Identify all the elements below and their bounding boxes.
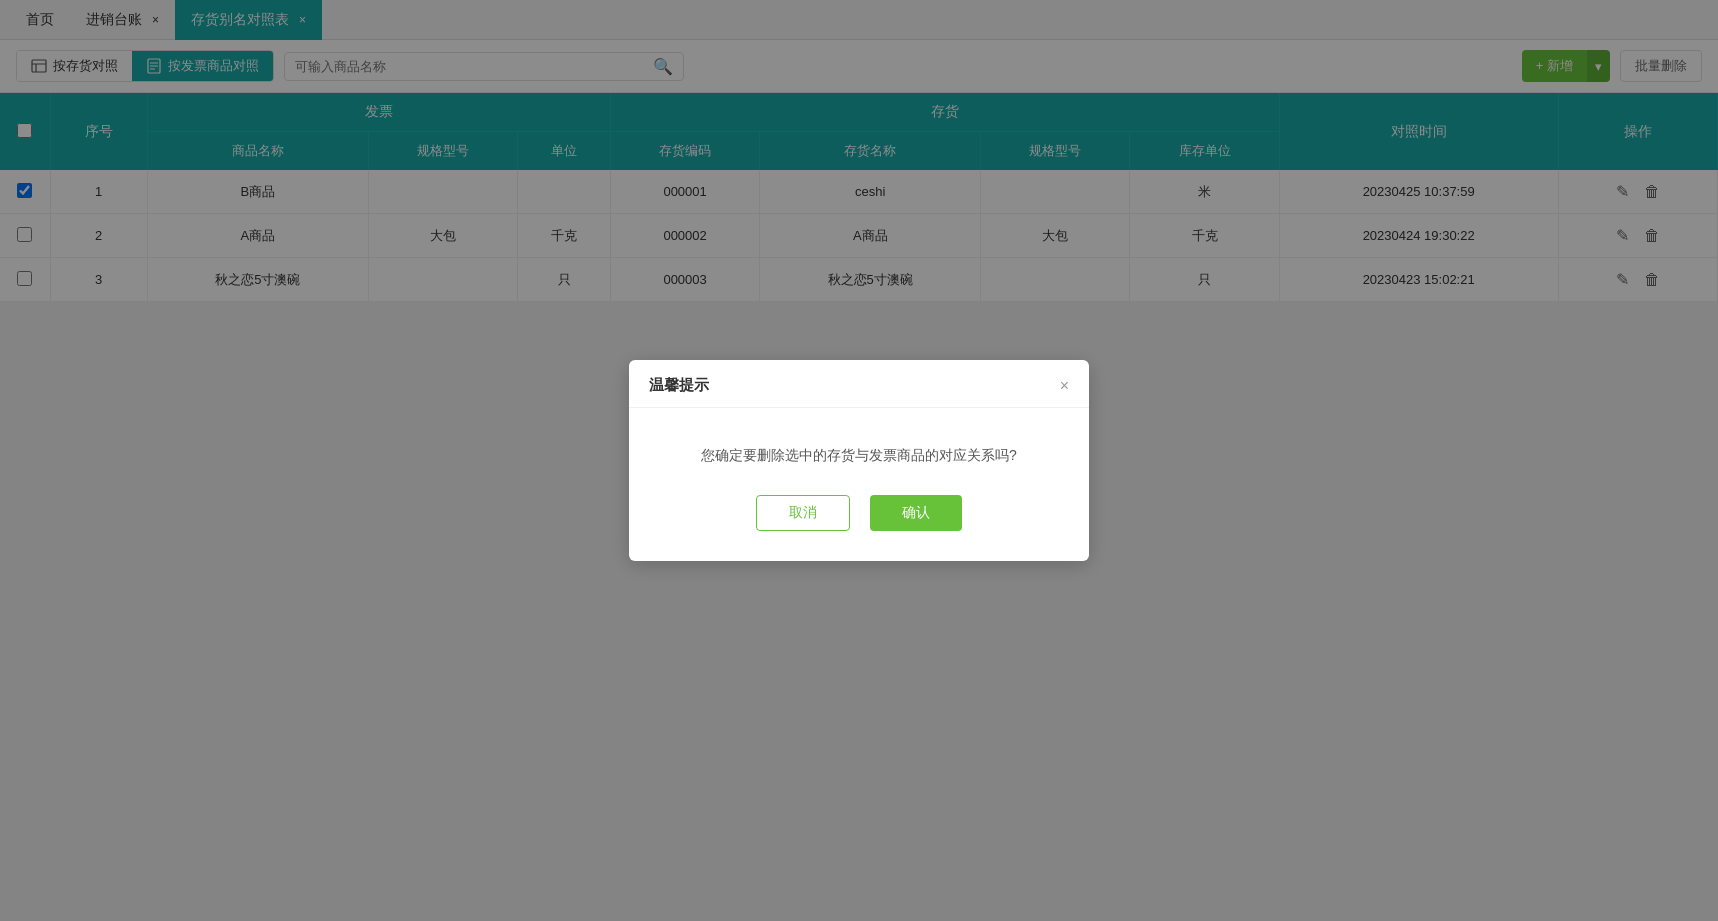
dialog-title: 温馨提示 bbox=[649, 376, 709, 395]
dialog-close-btn[interactable]: × bbox=[1060, 377, 1069, 395]
confirm-dialog: 温馨提示 × 您确定要删除选中的存货与发票商品的对应关系吗? 取消 确认 bbox=[629, 360, 1089, 560]
dialog-body: 您确定要删除选中的存货与发票商品的对应关系吗? bbox=[629, 408, 1089, 494]
dialog-footer: 取消 确认 bbox=[629, 495, 1089, 561]
dialog-cancel-btn[interactable]: 取消 bbox=[756, 495, 850, 531]
dialog-confirm-btn[interactable]: 确认 bbox=[870, 495, 962, 531]
dialog-message: 您确定要删除选中的存货与发票商品的对应关系吗? bbox=[701, 447, 1017, 463]
modal-overlay: 温馨提示 × 您确定要删除选中的存货与发票商品的对应关系吗? 取消 确认 bbox=[0, 0, 1718, 921]
dialog-header: 温馨提示 × bbox=[629, 360, 1089, 408]
